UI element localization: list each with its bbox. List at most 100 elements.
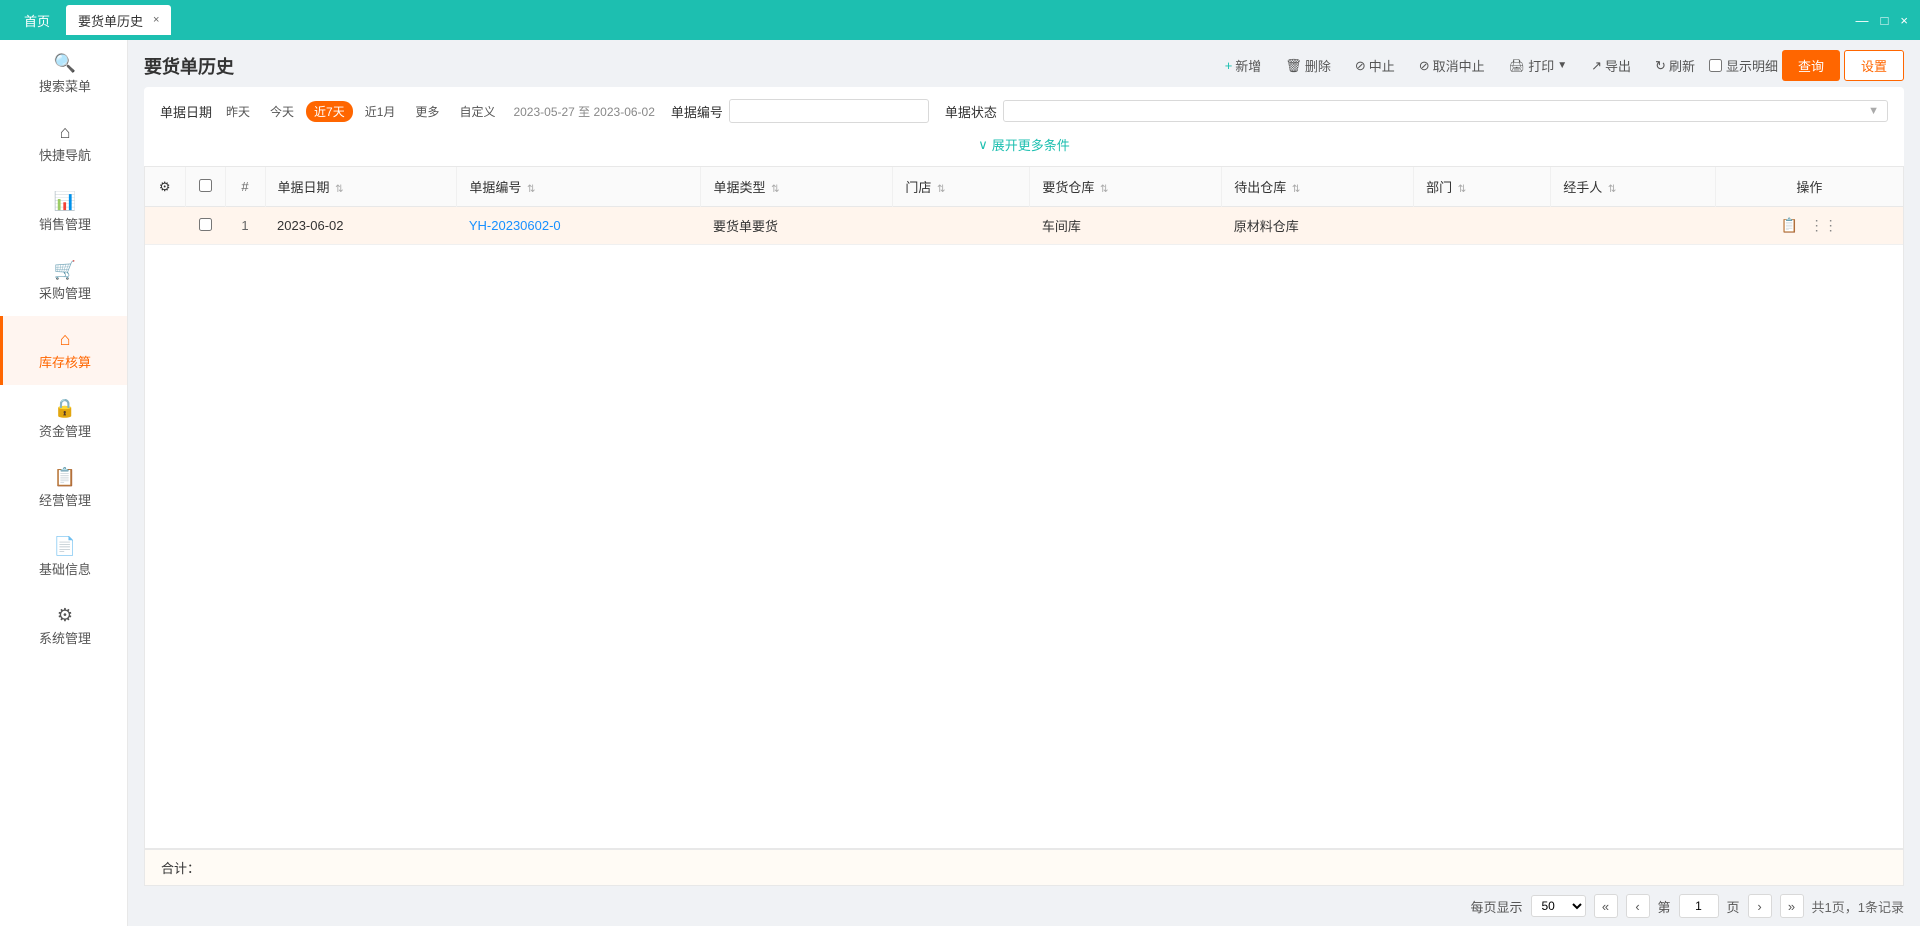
sidebar-label-system: 系统管理: [39, 628, 91, 647]
date-btn-yesterday[interactable]: 昨天: [218, 101, 258, 122]
sort-handler[interactable]: ⇅: [1608, 184, 1616, 195]
sidebar-label-purchase: 采购管理: [39, 283, 91, 302]
sidebar-label-inventory: 库存核算: [39, 352, 91, 371]
table-container[interactable]: ⚙ # 单据日期 ⇅ 单据编号 ⇅: [144, 167, 1904, 849]
doc-number-input[interactable]: [729, 99, 929, 123]
row-checkbox[interactable]: [199, 218, 212, 231]
doc-status-dropdown-icon[interactable]: ▼: [1868, 105, 1879, 117]
window-minimize-btn[interactable]: —: [1856, 13, 1869, 28]
col-settings[interactable]: ⚙: [145, 167, 185, 207]
system-icon: ⚙: [57, 606, 73, 624]
col-doc-date: 单据日期 ⇅: [265, 167, 457, 207]
col-handler: 经手人 ⇅: [1551, 167, 1715, 207]
expand-more-container: ∨ 展开更多条件: [160, 129, 1888, 154]
print-dropdown-icon: ▼: [1557, 60, 1567, 71]
sidebar-item-finance[interactable]: 🔒 资金管理: [0, 385, 127, 454]
tab-requisition-label: 要货单历史: [78, 11, 143, 30]
table-row: 1 2023-06-02 YH-20230602-0 要货单要货 车间库 原材料…: [145, 207, 1903, 245]
refresh-icon: ↻: [1655, 58, 1666, 74]
stop-icon: ⊘: [1355, 58, 1366, 74]
col-req-warehouse: 要货仓库 ⇅: [1030, 167, 1222, 207]
export-button[interactable]: ↗ 导出: [1581, 52, 1641, 79]
sort-doc-type[interactable]: ⇅: [771, 184, 779, 195]
cancel-stop-button[interactable]: ⊘ 取消中止: [1409, 52, 1495, 79]
stop-button[interactable]: ⊘ 中止: [1345, 52, 1405, 79]
cell-req-warehouse: 车间库: [1030, 207, 1222, 245]
print-button[interactable]: 🖨 打印 ▼: [1499, 52, 1577, 79]
page-number-input[interactable]: [1679, 894, 1719, 918]
row-edit-btn[interactable]: 📋: [1777, 215, 1802, 236]
sidebar: 🔍 搜索菜单 ⌂ 快捷导航 📊 销售管理 🛒 采购管理 ⌂ 库存核算 🔒 资金管…: [0, 40, 128, 926]
page-size-select[interactable]: 10 20 50 100: [1531, 895, 1586, 917]
sidebar-item-system[interactable]: ⚙ 系统管理: [0, 592, 127, 661]
cell-doc-number: YH-20230602-0: [457, 207, 701, 245]
doc-number-link[interactable]: YH-20230602-0: [469, 218, 561, 233]
cell-num: 1: [225, 207, 265, 245]
date-btn-more[interactable]: 更多: [407, 101, 447, 122]
delete-icon: 🗑: [1285, 58, 1302, 74]
sidebar-item-sales[interactable]: 📊 销售管理: [0, 178, 127, 247]
cell-checkbox: [185, 207, 225, 245]
sidebar-item-purchase[interactable]: 🛒 采购管理: [0, 247, 127, 316]
sidebar-item-quick-nav[interactable]: ⌂ 快捷导航: [0, 109, 127, 178]
top-bar-right: — □ ×: [1856, 13, 1908, 28]
doc-status-input[interactable]: [1012, 104, 1868, 118]
next-page-btn[interactable]: ›: [1748, 894, 1772, 918]
show-detail-input[interactable]: [1709, 59, 1722, 72]
table-footer: 合计：: [144, 849, 1904, 886]
expand-more-btn[interactable]: ∨ 展开更多条件: [978, 135, 1070, 154]
print-icon: 🖨: [1509, 58, 1526, 74]
tab-home[interactable]: 首页: [12, 5, 62, 35]
cell-row-settings: [145, 207, 185, 245]
table-header-row: ⚙ # 单据日期 ⇅ 单据编号 ⇅: [145, 167, 1903, 207]
date-btn-today[interactable]: 今天: [262, 101, 302, 122]
select-all-checkbox[interactable]: [199, 179, 212, 192]
page-size-label: 每页显示: [1470, 897, 1522, 916]
date-range-display: 2023-05-27 至 2023-06-02: [513, 103, 654, 120]
show-detail-checkbox[interactable]: 显示明细: [1709, 56, 1778, 75]
settings-button[interactable]: 设置: [1844, 50, 1904, 81]
refresh-button[interactable]: ↻ 刷新: [1645, 52, 1705, 79]
cell-store: [893, 207, 1030, 245]
sort-doc-number[interactable]: ⇅: [527, 184, 535, 195]
col-pending-warehouse: 待出仓库 ⇅: [1222, 167, 1414, 207]
tab-requisition-history[interactable]: 要货单历史 ×: [66, 5, 171, 35]
delete-button[interactable]: 🗑 删除: [1275, 52, 1341, 79]
date-btn-custom[interactable]: 自定义: [451, 101, 503, 122]
cell-doc-type: 要货单要货: [701, 207, 893, 245]
sidebar-item-search-menu[interactable]: 🔍 搜索菜单: [0, 40, 127, 109]
col-num: #: [225, 167, 265, 207]
sort-department[interactable]: ⇅: [1458, 184, 1466, 195]
date-filter-buttons: 昨天 今天 近7天 近1月 更多 自定义: [218, 101, 503, 122]
basic-info-icon: 📄: [54, 537, 76, 555]
sort-doc-date[interactable]: ⇅: [335, 184, 343, 195]
sidebar-item-operation[interactable]: 📋 经营管理: [0, 454, 127, 523]
window-close-btn[interactable]: ×: [1900, 13, 1908, 28]
window-maximize-btn[interactable]: □: [1881, 13, 1889, 28]
search-icon: 🔍: [54, 54, 76, 72]
last-page-btn[interactable]: »: [1780, 894, 1804, 918]
filter-row: 单据日期 昨天 今天 近7天 近1月 更多 自定义 2023-05-27 至 2…: [160, 99, 1888, 123]
export-icon: ↗: [1591, 58, 1602, 74]
prev-page-btn[interactable]: ‹: [1626, 894, 1650, 918]
sidebar-item-inventory[interactable]: ⌂ 库存核算: [0, 316, 127, 385]
sidebar-label-finance: 资金管理: [39, 421, 91, 440]
sort-store[interactable]: ⇅: [937, 184, 945, 195]
table-body: 1 2023-06-02 YH-20230602-0 要货单要货 车间库 原材料…: [145, 207, 1903, 245]
sidebar-item-basic-info[interactable]: 📄 基础信息: [0, 523, 127, 592]
sidebar-label-sales: 销售管理: [39, 214, 91, 233]
new-button[interactable]: + 新增: [1215, 52, 1272, 79]
date-filter-label: 单据日期: [160, 102, 212, 121]
content-area: 要货单历史 + 新增 🗑 删除 ⊘ 中止 ⊘ 取消中止: [128, 40, 1920, 926]
tab-close-icon[interactable]: ×: [153, 14, 159, 26]
prev-page-icon: ‹: [1635, 899, 1639, 914]
first-page-btn[interactable]: «: [1594, 894, 1618, 918]
query-button[interactable]: 查询: [1782, 50, 1840, 81]
sort-req-warehouse[interactable]: ⇅: [1100, 184, 1108, 195]
sort-pending-warehouse[interactable]: ⇅: [1292, 184, 1300, 195]
date-btn-last1month[interactable]: 近1月: [357, 101, 404, 122]
page-label-end: 页: [1727, 897, 1740, 916]
date-btn-last7days[interactable]: 近7天: [306, 101, 353, 122]
row-more-btn[interactable]: ⋮⋮: [1806, 215, 1842, 236]
sidebar-label-operation: 经营管理: [39, 490, 91, 509]
